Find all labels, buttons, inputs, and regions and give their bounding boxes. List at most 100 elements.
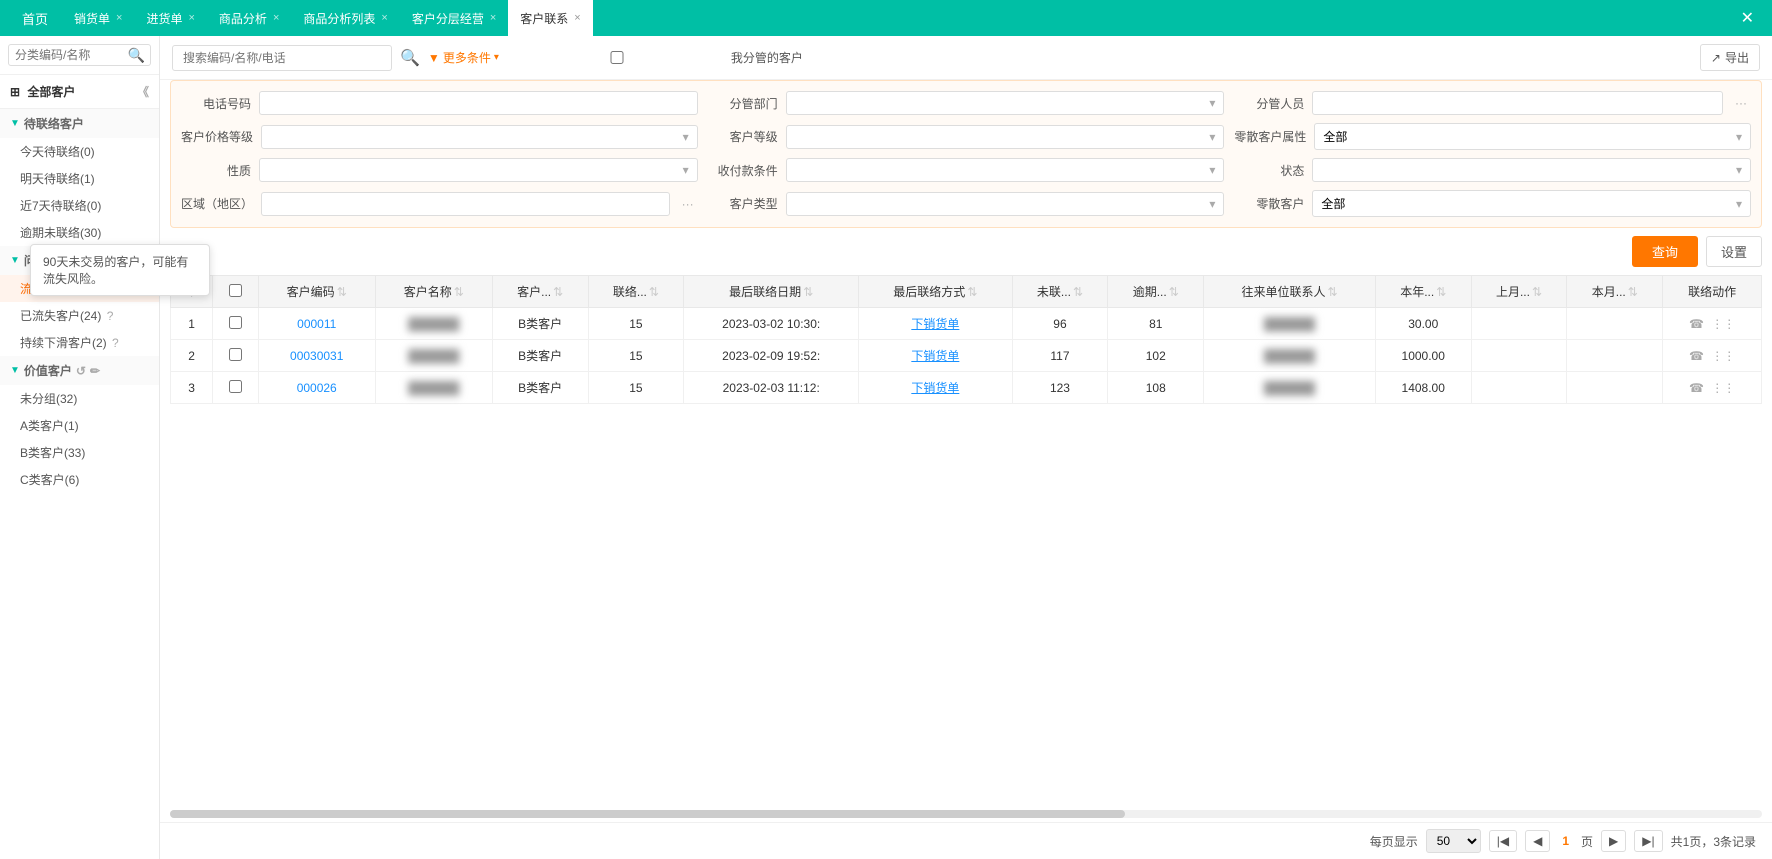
nav-tab-analysis[interactable]: 商品分析 × [207, 0, 291, 36]
sidebar-group-pending[interactable]: ▼ 待联络客户 [0, 109, 159, 138]
row-last-method-2[interactable]: 下销货单 [859, 372, 1012, 404]
col-overdue[interactable]: 逾期...⇅ [1108, 276, 1204, 308]
chevron-down-icon4: ▾ [1736, 130, 1742, 144]
row-code-2[interactable]: 000026 [258, 372, 375, 404]
nav-tab-sales[interactable]: 销货单 × [62, 0, 134, 36]
search-input[interactable] [172, 45, 392, 71]
prev-page-button[interactable]: ◀ [1525, 830, 1550, 852]
row-action-0[interactable]: ☎ ⋮⋮ [1663, 308, 1762, 340]
h-scrollbar[interactable] [170, 810, 1762, 818]
row-select-0[interactable] [229, 316, 242, 329]
nav-tab-customer-tier-close[interactable]: × [490, 12, 496, 24]
sidebar-item-classC[interactable]: C类客户(6) [0, 466, 159, 493]
per-page-select[interactable]: 50 100 200 [1426, 829, 1481, 853]
setting-button[interactable]: 设置 [1706, 236, 1762, 267]
last-page-button[interactable]: ▶| [1634, 830, 1662, 852]
refresh-icon[interactable]: ↺ [76, 364, 86, 378]
filter-person-input[interactable] [1312, 91, 1723, 115]
col-checkbox[interactable] [213, 276, 259, 308]
filter-region-input[interactable] [261, 192, 670, 216]
more-action-icon-2[interactable]: ⋮⋮ [1711, 381, 1735, 395]
my-customers-checkbox-label[interactable]: 我分管的客户 [507, 49, 803, 66]
row-checkbox-0[interactable] [213, 308, 259, 340]
row-action-2[interactable]: ☎ ⋮⋮ [1663, 372, 1762, 404]
filter-payment-select[interactable]: ▾ [786, 158, 1225, 182]
close-all-button[interactable]: ✕ [1731, 8, 1764, 28]
row-action-1[interactable]: ☎ ⋮⋮ [1663, 340, 1762, 372]
contact-icon-0[interactable]: ☎ [1689, 317, 1704, 331]
chevron-down-icon6: ▾ [1209, 163, 1215, 177]
export-button[interactable]: ↗ 导出 [1700, 44, 1760, 71]
search-button[interactable]: 🔍 [400, 48, 420, 68]
filter-phone-input[interactable] [259, 91, 698, 115]
row-this-month-2 [1567, 372, 1663, 404]
more-action-icon-0[interactable]: ⋮⋮ [1711, 317, 1735, 331]
col-contacts[interactable]: 联络...⇅ [588, 276, 684, 308]
row-last-method-1[interactable]: 下销货单 [859, 340, 1012, 372]
nav-tab-customer-tier[interactable]: 客户分层经营 × [400, 0, 508, 36]
nav-tab-customer-contact[interactable]: 客户联系 × [508, 0, 592, 36]
sidebar-item-overdue[interactable]: 逾期未联络(30) [0, 219, 159, 246]
contact-icon-2[interactable]: ☎ [1689, 381, 1704, 395]
nav-tab-analysis-close[interactable]: × [273, 12, 279, 24]
filter-person-more[interactable]: ··· [1731, 96, 1751, 110]
next-page-button[interactable]: ▶ [1601, 830, 1626, 852]
sort-icon-code: ⇅ [337, 285, 347, 299]
first-page-button[interactable]: |◀ [1489, 830, 1517, 852]
more-conditions-toggle[interactable]: ▼ 更多条件 ▾ [428, 49, 499, 66]
row-checkbox-1[interactable] [213, 340, 259, 372]
sidebar-item-ungroup[interactable]: 未分组(32) [0, 385, 159, 412]
filter-dept-select[interactable]: ▾ [786, 91, 1225, 115]
sort-icon-last-date: ⇅ [803, 285, 813, 299]
filter-price-level-select[interactable]: ▾ [261, 125, 698, 149]
filter-gender-select[interactable]: ▾ [259, 158, 698, 182]
sidebar-item-tomorrow[interactable]: 明天待联络(1) [0, 165, 159, 192]
col-level[interactable]: 客户...⇅ [492, 276, 588, 308]
filter-level-select[interactable]: ▾ [786, 125, 1225, 149]
row-code-0[interactable]: 000011 [258, 308, 375, 340]
row-select-1[interactable] [229, 348, 242, 361]
my-customers-checkbox[interactable] [507, 51, 727, 64]
nav-tab-customer-contact-close[interactable]: × [574, 12, 580, 24]
nav-home[interactable]: 首页 [8, 0, 62, 36]
filter-cust-type-select[interactable]: ▾ [786, 192, 1225, 216]
filter-zero-attr-select[interactable]: 全部 ▾ [1314, 123, 1751, 150]
sidebar-item-today[interactable]: 今天待联络(0) [0, 138, 159, 165]
col-last-month[interactable]: 上月...⇅ [1471, 276, 1567, 308]
col-this-month[interactable]: 本月...⇅ [1567, 276, 1663, 308]
col-code[interactable]: 客户编码⇅ [258, 276, 375, 308]
row-last-method-0[interactable]: 下销货单 [859, 308, 1012, 340]
sidebar-item-declining[interactable]: 持续下滑客户(2) ? [0, 329, 159, 356]
nav-tab-analysis-list[interactable]: 商品分析列表 × [291, 0, 399, 36]
row-overdue-1: 102 [1108, 340, 1204, 372]
contact-icon-1[interactable]: ☎ [1689, 349, 1704, 363]
row-checkbox-2[interactable] [213, 372, 259, 404]
filter-status-select[interactable]: ▾ [1312, 158, 1751, 182]
sidebar-item-classB[interactable]: B类客户(33) [0, 439, 159, 466]
row-select-2[interactable] [229, 380, 242, 393]
sidebar-item-classA[interactable]: A类客户(1) [0, 412, 159, 439]
nav-tab-purchase-close[interactable]: × [188, 12, 194, 24]
col-year-amount[interactable]: 本年...⇅ [1375, 276, 1471, 308]
col-last-date[interactable]: 最后联络日期⇅ [684, 276, 859, 308]
filter-region-more[interactable]: ··· [678, 197, 698, 211]
col-contact-person[interactable]: 往来单位联系人⇅ [1204, 276, 1376, 308]
nav-tab-analysis-list-close[interactable]: × [381, 12, 387, 24]
sidebar-item-7days[interactable]: 近7天待联络(0) [0, 192, 159, 219]
main-layout: 🔍 ⊞ 全部客户 《 ▼ 待联络客户 今天待联络(0) 明天待联络(1) 近7天… [0, 36, 1772, 859]
sidebar-collapse-icon[interactable]: 《 [137, 83, 149, 100]
filter-zero-customer-select[interactable]: 全部 ▾ [1312, 190, 1751, 217]
more-action-icon-1[interactable]: ⋮⋮ [1711, 349, 1735, 363]
col-uncontact[interactable]: 未联...⇅ [1012, 276, 1108, 308]
sidebar-item-churned[interactable]: 已流失客户(24) ? [0, 302, 159, 329]
nav-tab-sales-close[interactable]: × [116, 12, 122, 24]
edit-icon[interactable]: ✏ [90, 364, 100, 378]
select-all-checkbox[interactable] [229, 284, 242, 297]
sidebar-all-customers[interactable]: ⊞ 全部客户 《 [0, 75, 159, 109]
query-button[interactable]: 查询 [1632, 236, 1698, 267]
nav-tab-purchase[interactable]: 进货单 × [134, 0, 206, 36]
sidebar-group-value[interactable]: ▼ 价值客户 ↺ ✏ [0, 356, 159, 385]
col-last-method[interactable]: 最后联络方式⇅ [859, 276, 1012, 308]
row-code-1[interactable]: 00030031 [258, 340, 375, 372]
col-name[interactable]: 客户名称⇅ [375, 276, 492, 308]
